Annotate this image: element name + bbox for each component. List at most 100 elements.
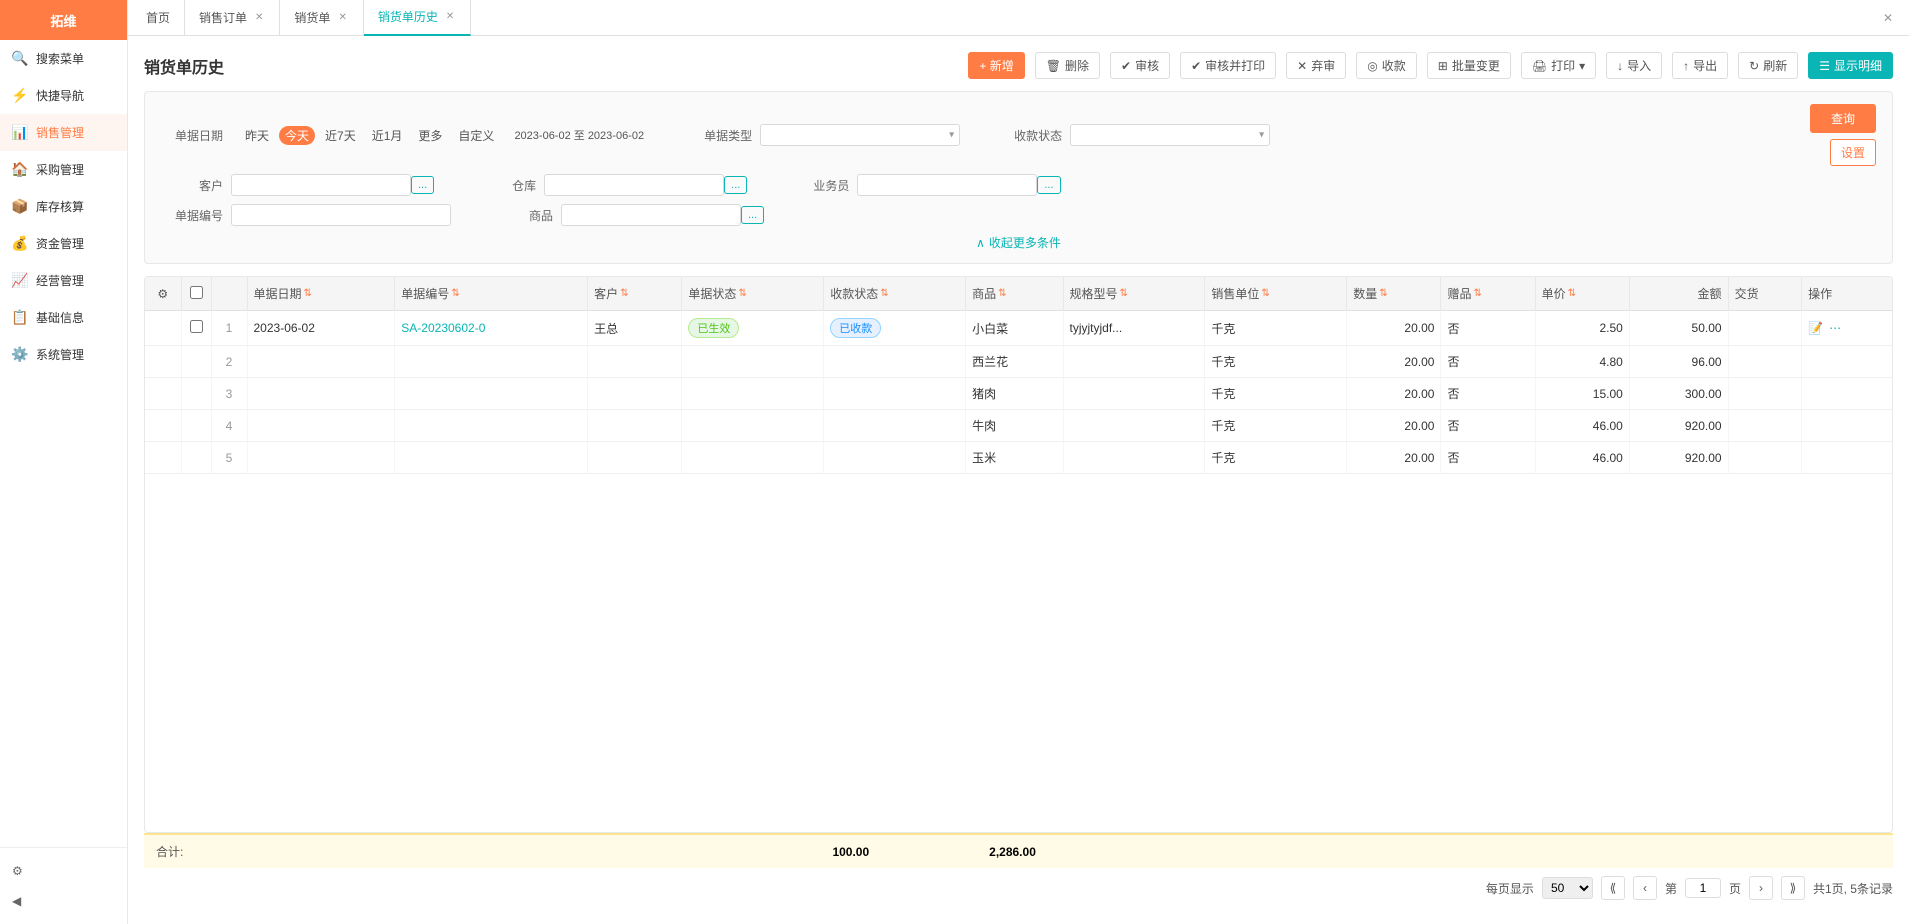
th-quantity[interactable]: 数量⇅ bbox=[1347, 277, 1441, 311]
review-button[interactable]: ✔ 审核 bbox=[1110, 52, 1170, 79]
last-page-btn[interactable]: ⟫ bbox=[1781, 876, 1805, 900]
salesperson-ellipsis[interactable]: ... bbox=[1037, 176, 1060, 194]
tab-close-all[interactable]: ✕ bbox=[1871, 11, 1905, 25]
abandon-button[interactable]: ✕ 弃审 bbox=[1286, 52, 1346, 79]
sort-spec-icon: ⇅ bbox=[1120, 288, 1128, 299]
total-info: 共1页, 5条记录 bbox=[1813, 880, 1893, 897]
more-action[interactable]: ⋯ bbox=[1829, 321, 1841, 335]
gear-icon: ⚙️ bbox=[12, 347, 28, 363]
edit-action[interactable]: 📝 bbox=[1808, 321, 1823, 335]
sidebar-item-search[interactable]: 🔍 搜索菜单 bbox=[0, 40, 127, 77]
td-customer bbox=[588, 410, 682, 442]
td-paymentstatus bbox=[824, 346, 966, 378]
sidebar-item-sales[interactable]: 📊 销售管理 bbox=[0, 114, 127, 151]
export-button[interactable]: ↑ 导出 bbox=[1672, 52, 1728, 79]
filter-row-1: 单据日期 昨天 今天 近7天 近1月 更多 自定义 2023-06-02 至 2… bbox=[161, 104, 1876, 166]
row-checkbox[interactable] bbox=[190, 320, 203, 333]
doc-type-select[interactable] bbox=[760, 124, 960, 146]
date-filter-field: 单据日期 昨天 今天 近7天 近1月 更多 自定义 2023-06-02 至 2… bbox=[161, 126, 650, 145]
doc-type-label: 单据类型 bbox=[690, 127, 760, 144]
warehouse-input[interactable] bbox=[544, 174, 724, 196]
lightning-icon: ⚡ bbox=[12, 88, 28, 104]
tab-sales-delivery[interactable]: 销货单 ✕ bbox=[280, 0, 363, 36]
date-option-1month[interactable]: 近1月 bbox=[366, 126, 409, 145]
sidebar-settings-btn[interactable]: ⚙ bbox=[0, 856, 127, 886]
th-goods[interactable]: 商品⇅ bbox=[966, 277, 1063, 311]
sort-unit-icon: ⇅ bbox=[1261, 288, 1269, 299]
collapse-filter-btn[interactable]: ∧ 收起更多条件 bbox=[161, 234, 1876, 251]
tab-home[interactable]: 首页 bbox=[132, 0, 185, 36]
tab-sales-order-close[interactable]: ✕ bbox=[253, 12, 265, 23]
sidebar-item-quick[interactable]: ⚡ 快捷导航 bbox=[0, 77, 127, 114]
collect-button[interactable]: ◎ 收款 bbox=[1356, 52, 1417, 79]
docno-input[interactable] bbox=[231, 204, 451, 226]
batch-change-button[interactable]: ⊞ 批量变更 bbox=[1427, 52, 1511, 79]
td-spec bbox=[1063, 346, 1205, 378]
date-option-today[interactable]: 今天 bbox=[279, 126, 315, 145]
page-number-input[interactable] bbox=[1685, 878, 1721, 898]
td-spec: tyjyjtyjdf... bbox=[1063, 311, 1205, 346]
td-gift: 否 bbox=[1441, 378, 1535, 410]
refresh-button[interactable]: ↻ 刷新 bbox=[1738, 52, 1798, 79]
customer-filter-field: 客户 ... bbox=[161, 174, 434, 196]
th-rowno bbox=[211, 277, 247, 311]
td-customer: 王总 bbox=[588, 311, 682, 346]
display-button[interactable]: ☰ 显示明细 bbox=[1808, 52, 1893, 79]
th-gift[interactable]: 赠品⇅ bbox=[1441, 277, 1535, 311]
tab-sales-history-close[interactable]: ✕ bbox=[444, 11, 456, 22]
th-customer[interactable]: 客户⇅ bbox=[588, 277, 682, 311]
sidebar-item-basic[interactable]: 📋 基础信息 bbox=[0, 299, 127, 336]
th-docno[interactable]: 单据编号⇅ bbox=[395, 277, 588, 311]
import-button[interactable]: ↓ 导入 bbox=[1606, 52, 1662, 79]
td-unit: 千克 bbox=[1205, 442, 1347, 474]
payment-status-select[interactable] bbox=[1070, 124, 1270, 146]
goods-ellipsis[interactable]: ... bbox=[741, 206, 764, 224]
th-price[interactable]: 单价⇅ bbox=[1535, 277, 1629, 311]
sidebar-item-operations[interactable]: 📈 经营管理 bbox=[0, 262, 127, 299]
tab-sales-history[interactable]: 销货单历史 ✕ bbox=[364, 0, 471, 36]
tab-sales-delivery-close[interactable]: ✕ bbox=[336, 12, 348, 23]
th-docstatus[interactable]: 单据状态⇅ bbox=[682, 277, 824, 311]
query-button[interactable]: 查询 bbox=[1810, 104, 1876, 133]
warehouse-ellipsis[interactable]: ... bbox=[724, 176, 747, 194]
th-paymentstatus[interactable]: 收款状态⇅ bbox=[824, 277, 966, 311]
first-page-btn[interactable]: ⟪ bbox=[1601, 876, 1625, 900]
next-page-btn[interactable]: › bbox=[1749, 876, 1773, 900]
th-unit[interactable]: 销售单位⇅ bbox=[1205, 277, 1347, 311]
doc-status-badge: 已生效 bbox=[688, 318, 739, 338]
sidebar-item-finance[interactable]: 💰 资金管理 bbox=[0, 225, 127, 262]
sidebar-collapse-btn[interactable]: ◀ bbox=[0, 886, 127, 916]
page-size-select[interactable]: 50 100 200 bbox=[1542, 877, 1593, 899]
tab-sales-order[interactable]: 销售订单 ✕ bbox=[185, 0, 280, 36]
th-spec[interactable]: 规格型号⇅ bbox=[1063, 277, 1205, 311]
sidebar-item-inventory[interactable]: 📦 库存核算 bbox=[0, 188, 127, 225]
sidebar-item-system[interactable]: ⚙️ 系统管理 bbox=[0, 336, 127, 373]
goods-input[interactable] bbox=[561, 204, 741, 226]
customer-ellipsis[interactable]: ... bbox=[411, 176, 434, 194]
date-option-more[interactable]: 更多 bbox=[412, 126, 448, 145]
batch-icon: ⊞ bbox=[1438, 59, 1448, 73]
date-option-yesterday[interactable]: 昨天 bbox=[239, 126, 275, 145]
td-paymentstatus bbox=[824, 442, 966, 474]
new-button[interactable]: + 新增 bbox=[968, 52, 1024, 79]
customer-input[interactable] bbox=[231, 174, 411, 196]
td-settings bbox=[145, 311, 181, 346]
td-gift: 否 bbox=[1441, 311, 1535, 346]
review-print-button[interactable]: ✔ 审核并打印 bbox=[1180, 52, 1276, 79]
sidebar-item-purchase[interactable]: 🏠 采购管理 bbox=[0, 151, 127, 188]
tab-sales-delivery-label: 销货单 bbox=[294, 9, 330, 26]
salesperson-input[interactable] bbox=[857, 174, 1037, 196]
delete-button[interactable]: 🗑 删除 bbox=[1035, 52, 1100, 79]
filter-settings-button[interactable]: 设置 bbox=[1830, 139, 1876, 166]
print-button[interactable]: 🖨 打印 ▾ bbox=[1521, 52, 1596, 79]
footer-total-qty: 100.00 bbox=[832, 845, 869, 859]
select-all-checkbox[interactable] bbox=[190, 286, 203, 299]
prev-page-btn[interactable]: ‹ bbox=[1633, 876, 1657, 900]
date-option-7days[interactable]: 近7天 bbox=[319, 126, 362, 145]
doc-no-link[interactable]: SA-20230602-0 bbox=[401, 321, 485, 335]
th-date[interactable]: 单据日期⇅ bbox=[247, 277, 395, 311]
td-customer bbox=[588, 346, 682, 378]
sort-paymentstatus-icon: ⇅ bbox=[880, 288, 888, 299]
th-settings[interactable]: ⚙ bbox=[145, 277, 181, 311]
date-option-custom[interactable]: 自定义 bbox=[452, 126, 500, 145]
